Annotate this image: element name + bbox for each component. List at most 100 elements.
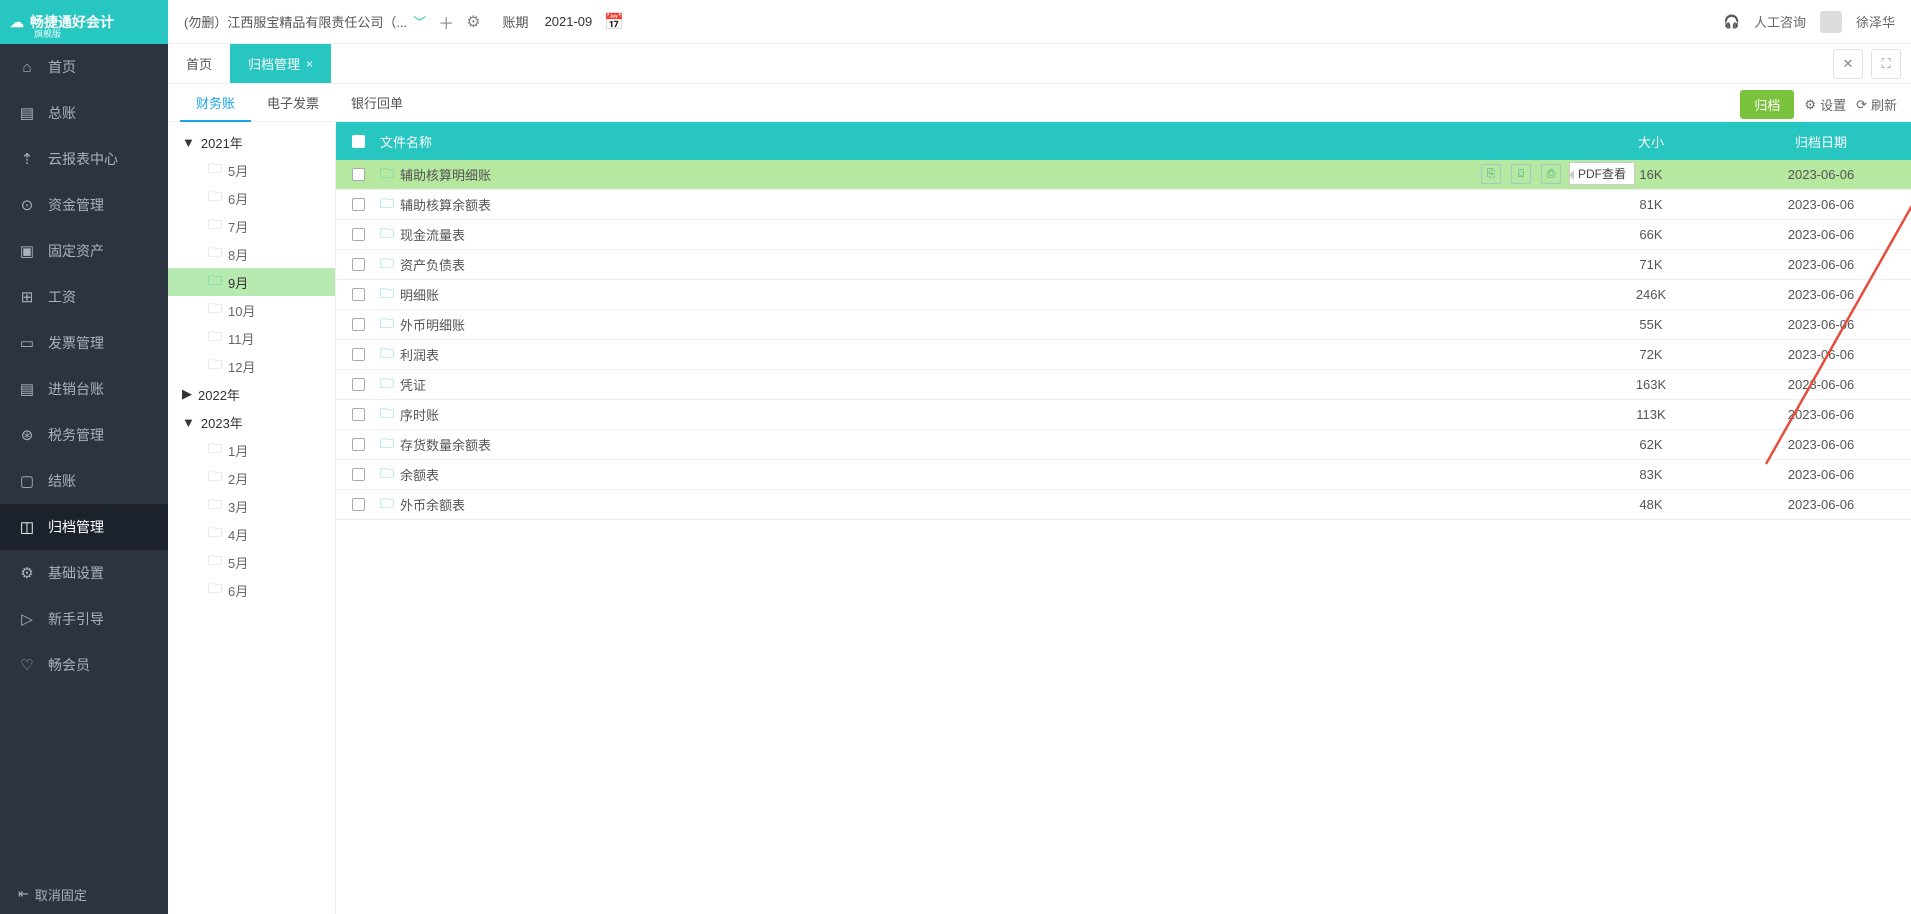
sidebar-item[interactable]: ▤进销台账 xyxy=(0,366,168,412)
brand: ☁ 畅捷通好会计 旗舰版 xyxy=(0,0,168,44)
row-checkbox[interactable] xyxy=(352,378,365,391)
tree-month[interactable]: 🗀11月 xyxy=(168,324,335,352)
file-name: 明细账 xyxy=(400,285,439,304)
sidebar-item[interactable]: ⊞工资 xyxy=(0,274,168,320)
file-date: 2023-06-06 xyxy=(1731,407,1911,422)
sidebar-item[interactable]: ⇡云报表中心 xyxy=(0,136,168,182)
refresh-button[interactable]: ⟳ 刷新 xyxy=(1856,95,1897,114)
table-row[interactable]: 🗀序时账 113K 2023-06-06 ⎘ ⌼ ⎙ PDF查看 xyxy=(336,400,1911,430)
table-row[interactable]: 🗀外币明细账 55K 2023-06-06 ⎘ ⌼ ⎙ PDF查看 xyxy=(336,310,1911,340)
chevron-down-icon: ﹀ xyxy=(413,12,426,31)
row-checkbox[interactable] xyxy=(352,198,365,211)
select-all-checkbox[interactable] xyxy=(352,135,365,148)
sidebar-item[interactable]: ▣固定资产 xyxy=(0,228,168,274)
archive-button[interactable]: 归档 xyxy=(1740,90,1794,119)
calendar-icon[interactable]: 📅 xyxy=(604,12,624,32)
period-value[interactable]: 2021-09 xyxy=(545,14,593,29)
tree-month[interactable]: 🗀5月 xyxy=(168,548,335,576)
month-label: 8月 xyxy=(228,245,248,264)
sidebar-item[interactable]: ▤总账 xyxy=(0,90,168,136)
tree-month[interactable]: 🗀7月 xyxy=(168,212,335,240)
row-checkbox[interactable] xyxy=(352,318,365,331)
avatar[interactable] xyxy=(1820,11,1842,33)
file-icon: 🗀 xyxy=(380,373,394,397)
tree-month[interactable]: 🗀1月 xyxy=(168,436,335,464)
export-img-icon[interactable]: ⌼ xyxy=(1511,164,1531,184)
plus-icon[interactable]: ＋ xyxy=(438,10,454,34)
user-name[interactable]: 徐泽华 xyxy=(1856,12,1895,31)
tree-month[interactable]: 🗀5月 xyxy=(168,156,335,184)
tree-month[interactable]: 🗀12月 xyxy=(168,352,335,380)
subtab[interactable]: 财务账 xyxy=(180,85,251,122)
sidebar-item[interactable]: ⌂首页 xyxy=(0,44,168,90)
row-checkbox[interactable] xyxy=(352,498,365,511)
file-icon: 🗀 xyxy=(380,433,394,457)
tab[interactable]: 归档管理× xyxy=(230,44,331,83)
table-row[interactable]: 🗀余额表 83K 2023-06-06 ⎘ ⌼ ⎙ PDF查看 xyxy=(336,460,1911,490)
tab-close-all-button[interactable]: ✕ xyxy=(1833,49,1863,79)
folder-icon: 🗀 xyxy=(208,522,222,546)
file-name: 资产负债表 xyxy=(400,255,465,274)
tree-month[interactable]: 🗀3月 xyxy=(168,492,335,520)
nav-icon: ⇡ xyxy=(18,150,36,168)
export-txt-icon[interactable]: ⎘ xyxy=(1481,164,1501,184)
table-row[interactable]: 🗀外币余额表 48K 2023-06-06 ⎘ ⌼ ⎙ PDF查看 xyxy=(336,490,1911,520)
sidebar-item[interactable]: ▭发票管理 xyxy=(0,320,168,366)
sidebar-item[interactable]: ▷新手引导 xyxy=(0,596,168,642)
gear-icon[interactable]: ⚙ xyxy=(466,12,480,32)
folder-icon: 🗀 xyxy=(208,214,222,238)
table-row[interactable]: 🗀辅助核算明细账 16K 2023-06-06 ⎘ ⌼ ⎙ PDF查看 xyxy=(336,160,1911,190)
tree-year[interactable]: ▼2021年 xyxy=(168,128,335,156)
table-row[interactable]: 🗀凭证 163K 2023-06-06 ⎘ ⌼ ⎙ PDF查看 xyxy=(336,370,1911,400)
subtab[interactable]: 银行回单 xyxy=(335,85,419,122)
fullscreen-button[interactable]: ⛶ xyxy=(1871,49,1901,79)
tree-month[interactable]: 🗀9月 xyxy=(168,268,335,296)
folder-icon: 🗀 xyxy=(208,270,222,294)
file-size: 62K xyxy=(1571,437,1731,452)
nav-icon: ▭ xyxy=(18,334,36,352)
settings-button[interactable]: ⚙ 设置 xyxy=(1804,95,1846,114)
row-checkbox[interactable] xyxy=(352,468,365,481)
sidebar-unpin[interactable]: ⇤ 取消固定 xyxy=(0,874,168,914)
consult-link[interactable]: 人工咨询 xyxy=(1754,12,1806,31)
row-checkbox[interactable] xyxy=(352,438,365,451)
file-size: 72K xyxy=(1571,347,1731,362)
tree-month[interactable]: 🗀6月 xyxy=(168,184,335,212)
tab[interactable]: 首页 xyxy=(168,44,230,83)
tree-year[interactable]: ▶2022年 xyxy=(168,380,335,408)
th-date: 归档日期 xyxy=(1731,132,1911,151)
pdf-view-icon[interactable]: ⎙ xyxy=(1541,164,1561,184)
close-icon[interactable]: × xyxy=(306,57,313,71)
table-row[interactable]: 🗀明细账 246K 2023-06-06 ⎘ ⌼ ⎙ PDF查看 xyxy=(336,280,1911,310)
row-checkbox[interactable] xyxy=(352,168,365,181)
sidebar-item[interactable]: ▢结账 xyxy=(0,458,168,504)
tree-month[interactable]: 🗀10月 xyxy=(168,296,335,324)
subtab-row: 财务账电子发票银行回单 归档 ⚙ 设置 ⟳ 刷新 xyxy=(168,84,1911,122)
subtab[interactable]: 电子发票 xyxy=(251,85,335,122)
table-row[interactable]: 🗀现金流量表 66K 2023-06-06 ⎘ ⌼ ⎙ PDF查看 xyxy=(336,220,1911,250)
sidebar-item[interactable]: ⚙基础设置 xyxy=(0,550,168,596)
folder-icon: 🗀 xyxy=(208,578,222,602)
table-row[interactable]: 🗀存货数量余额表 62K 2023-06-06 ⎘ ⌼ ⎙ PDF查看 xyxy=(336,430,1911,460)
row-checkbox[interactable] xyxy=(352,228,365,241)
sidebar-item[interactable]: ♡畅会员 xyxy=(0,642,168,688)
folder-icon: 🗀 xyxy=(208,438,222,462)
row-checkbox[interactable] xyxy=(352,258,365,271)
tree-month[interactable]: 🗀2月 xyxy=(168,464,335,492)
tree-month[interactable]: 🗀4月 xyxy=(168,520,335,548)
table-row[interactable]: 🗀资产负债表 71K 2023-06-06 ⎘ ⌼ ⎙ PDF查看 xyxy=(336,250,1911,280)
sidebar-item[interactable]: ◫归档管理 xyxy=(0,504,168,550)
sidebar-item[interactable]: ⊙资金管理 xyxy=(0,182,168,228)
tree-year[interactable]: ▼2023年 xyxy=(168,408,335,436)
tree-month[interactable]: 🗀6月 xyxy=(168,576,335,604)
folder-icon: 🗀 xyxy=(208,242,222,266)
company-selector[interactable]: (勿删）江西服宝精品有限责任公司（... ﹀ xyxy=(184,12,426,31)
table-row[interactable]: 🗀利润表 72K 2023-06-06 ⎘ ⌼ ⎙ PDF查看 xyxy=(336,340,1911,370)
row-checkbox[interactable] xyxy=(352,348,365,361)
file-icon: 🗀 xyxy=(380,403,394,427)
tree-month[interactable]: 🗀 8月 xyxy=(168,240,335,268)
table-row[interactable]: 🗀辅助核算余额表 81K 2023-06-06 ⎘ ⌼ ⎙ PDF查看 xyxy=(336,190,1911,220)
row-checkbox[interactable] xyxy=(352,408,365,421)
sidebar-item[interactable]: ⊛税务管理 xyxy=(0,412,168,458)
row-checkbox[interactable] xyxy=(352,288,365,301)
